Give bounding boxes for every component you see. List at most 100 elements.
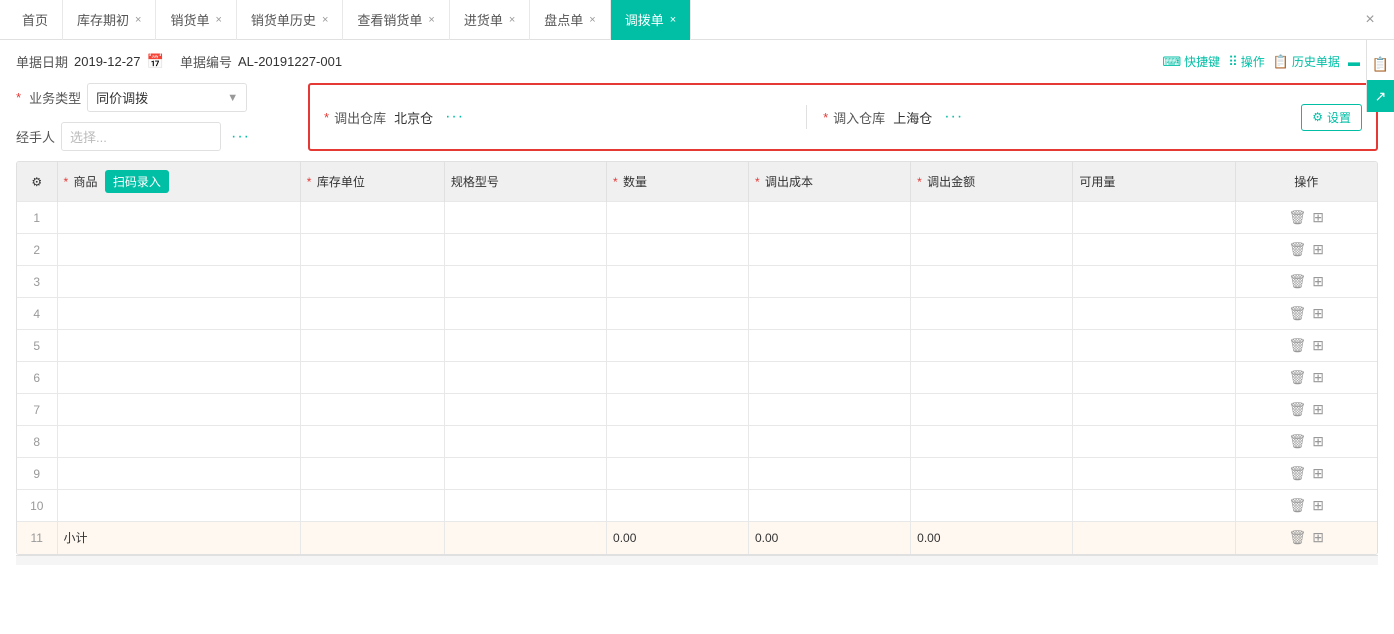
sidebar-doc-icon[interactable]: 📋 <box>1367 48 1394 80</box>
row-spec[interactable] <box>444 330 606 362</box>
copy-icon[interactable]: ⊞ <box>1312 401 1324 418</box>
row-unit[interactable] <box>300 458 444 490</box>
row-amount[interactable] <box>911 234 1073 266</box>
row-spec[interactable] <box>444 490 606 522</box>
tab-sales-history[interactable]: 销货单历史 × <box>237 0 343 40</box>
row-unit[interactable] <box>300 394 444 426</box>
row-unit[interactable] <box>300 234 444 266</box>
row-amount[interactable] <box>911 202 1073 234</box>
operations-button[interactable]: ⠿ 操作 <box>1228 53 1265 70</box>
row-spec[interactable] <box>444 426 606 458</box>
delete-icon[interactable]: 🗑 <box>1289 369 1307 386</box>
row-cost[interactable] <box>748 202 910 234</box>
copy-icon[interactable]: ⊞ <box>1312 209 1324 226</box>
copy-icon[interactable]: ⊞ <box>1312 465 1324 482</box>
row-unit[interactable] <box>300 330 444 362</box>
row-qty[interactable] <box>607 330 749 362</box>
delete-icon[interactable]: 🗑 <box>1289 305 1307 322</box>
row-spec[interactable] <box>444 234 606 266</box>
tab-view-sales[interactable]: 查看销货单 × <box>343 0 449 40</box>
row-amount[interactable] <box>911 394 1073 426</box>
row-product[interactable] <box>57 362 300 394</box>
row-unit[interactable] <box>300 490 444 522</box>
delete-icon[interactable]: 🗑 <box>1289 465 1307 482</box>
row-qty[interactable] <box>607 234 749 266</box>
row-cost[interactable] <box>748 298 910 330</box>
tab-sales-order[interactable]: 销货单 × <box>156 0 236 40</box>
row-qty[interactable] <box>607 394 749 426</box>
delete-icon[interactable]: 🗑 <box>1289 241 1307 258</box>
tab-home[interactable]: 首页 <box>8 0 63 40</box>
row-spec[interactable] <box>444 266 606 298</box>
row-unit[interactable] <box>300 362 444 394</box>
copy-icon-subtotal[interactable]: ⊞ <box>1312 529 1324 546</box>
tab-sales-order-close[interactable]: × <box>215 14 221 26</box>
row-qty[interactable] <box>607 298 749 330</box>
row-cost[interactable] <box>748 234 910 266</box>
tab-transfer-close[interactable]: × <box>670 14 676 26</box>
copy-icon[interactable]: ⊞ <box>1312 337 1324 354</box>
operator-select[interactable]: 选择... <box>61 122 221 151</box>
delete-icon[interactable]: 🗑 <box>1289 433 1307 450</box>
row-qty[interactable] <box>607 458 749 490</box>
tab-view-sales-close[interactable]: × <box>428 14 434 26</box>
row-unit[interactable] <box>300 266 444 298</box>
delete-icon[interactable]: 🗑 <box>1289 273 1307 290</box>
row-amount[interactable] <box>911 426 1073 458</box>
shortcuts-button[interactable]: ⌨ 快捷键 <box>1162 53 1220 70</box>
delete-icon[interactable]: 🗑 <box>1289 401 1307 418</box>
tab-purchase-close[interactable]: × <box>509 14 515 26</box>
warehouse-out-more-btn[interactable]: ··· <box>445 108 464 126</box>
row-product[interactable] <box>57 490 300 522</box>
settings-button[interactable]: ⚙ 设置 <box>1301 104 1362 131</box>
row-unit[interactable] <box>300 426 444 458</box>
layout-toggle-1[interactable]: ▬ <box>1348 55 1360 69</box>
row-unit[interactable] <box>300 298 444 330</box>
window-close-button[interactable]: × <box>1354 4 1386 36</box>
copy-icon[interactable]: ⊞ <box>1312 305 1324 322</box>
row-unit[interactable] <box>300 202 444 234</box>
row-amount[interactable] <box>911 490 1073 522</box>
row-amount[interactable] <box>911 458 1073 490</box>
warehouse-in-more-btn[interactable]: ··· <box>944 108 963 126</box>
operator-more-btn[interactable]: ··· <box>231 128 250 146</box>
copy-icon[interactable]: ⊞ <box>1312 497 1324 514</box>
row-product[interactable] <box>57 202 300 234</box>
copy-icon[interactable]: ⊞ <box>1312 369 1324 386</box>
calendar-icon[interactable]: 📅 <box>147 53 164 70</box>
row-amount[interactable] <box>911 266 1073 298</box>
sidebar-expand-icon[interactable]: ↗ <box>1367 80 1394 112</box>
row-spec[interactable] <box>444 458 606 490</box>
delete-icon[interactable]: 🗑 <box>1289 337 1307 354</box>
row-product[interactable] <box>57 426 300 458</box>
row-cost[interactable] <box>748 458 910 490</box>
row-spec[interactable] <box>444 202 606 234</box>
row-qty[interactable] <box>607 362 749 394</box>
row-product[interactable] <box>57 458 300 490</box>
row-spec[interactable] <box>444 298 606 330</box>
tab-stocktake-close[interactable]: × <box>589 14 595 26</box>
row-product[interactable] <box>57 266 300 298</box>
row-qty[interactable] <box>607 202 749 234</box>
delete-icon[interactable]: 🗑 <box>1289 209 1307 226</box>
row-cost[interactable] <box>748 426 910 458</box>
tab-sales-history-close[interactable]: × <box>322 14 328 26</box>
row-product[interactable] <box>57 394 300 426</box>
row-qty[interactable] <box>607 426 749 458</box>
scan-btn[interactable]: 扫码录入 <box>105 170 169 193</box>
copy-icon[interactable]: ⊞ <box>1312 433 1324 450</box>
row-cost[interactable] <box>748 490 910 522</box>
row-amount[interactable] <box>911 330 1073 362</box>
tab-stocktake[interactable]: 盘点单 × <box>530 0 610 40</box>
row-cost[interactable] <box>748 330 910 362</box>
row-amount[interactable] <box>911 298 1073 330</box>
row-product[interactable] <box>57 330 300 362</box>
row-cost[interactable] <box>748 394 910 426</box>
tab-inventory-init-close[interactable]: × <box>135 14 141 26</box>
row-cost[interactable] <box>748 362 910 394</box>
row-qty[interactable] <box>607 490 749 522</box>
row-cost[interactable] <box>748 266 910 298</box>
delete-icon-subtotal[interactable]: 🗑 <box>1289 529 1307 546</box>
business-type-select[interactable]: 同价调拨 ▼ <box>87 83 247 112</box>
tab-transfer[interactable]: 调拨单 × <box>611 0 691 40</box>
